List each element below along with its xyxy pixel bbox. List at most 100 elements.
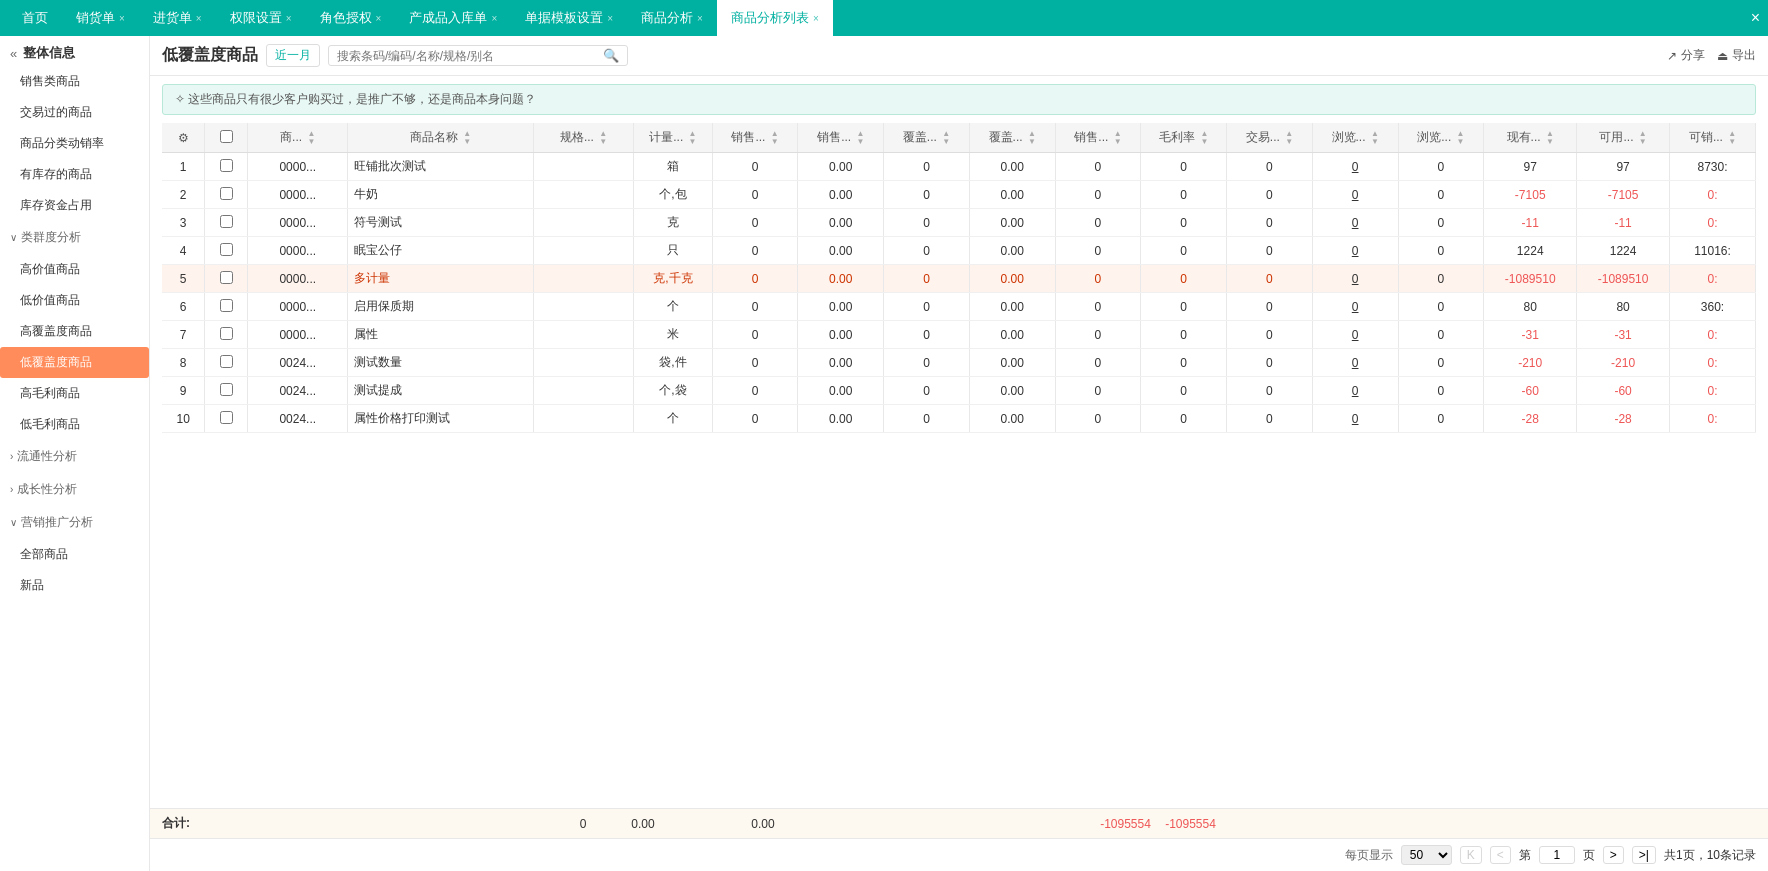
browse1-link[interactable]: 0 bbox=[1352, 160, 1359, 174]
row-checkbox[interactable] bbox=[205, 349, 248, 377]
row-name[interactable]: 多计量 bbox=[348, 265, 534, 293]
row-name[interactable]: 符号测试 bbox=[348, 209, 534, 237]
row-select-checkbox[interactable] bbox=[220, 187, 233, 200]
row-select-checkbox[interactable] bbox=[220, 299, 233, 312]
row-select-checkbox[interactable] bbox=[220, 243, 233, 256]
sidebar-item-low-margin[interactable]: 低毛利商品 bbox=[0, 409, 149, 440]
row-name[interactable]: 启用保质期 bbox=[348, 293, 534, 321]
row-checkbox[interactable] bbox=[205, 181, 248, 209]
select-all-checkbox[interactable] bbox=[220, 130, 233, 143]
row-checkbox[interactable] bbox=[205, 321, 248, 349]
sidebar-section-cluster[interactable]: ∨ 类群度分析 bbox=[0, 221, 149, 254]
browse1-link[interactable]: 0 bbox=[1352, 384, 1359, 398]
browse1-link[interactable]: 0 bbox=[1352, 188, 1359, 202]
sidebar-item-category-rate[interactable]: 商品分类动销率 bbox=[0, 128, 149, 159]
browse1-link[interactable]: 0 bbox=[1352, 244, 1359, 258]
sidebar-item-all-goods[interactable]: 全部商品 bbox=[0, 539, 149, 570]
prev-page-button[interactable]: < bbox=[1490, 846, 1511, 864]
row-select-checkbox[interactable] bbox=[220, 215, 233, 228]
sidebar-item-high-coverage[interactable]: 高覆盖度商品 bbox=[0, 316, 149, 347]
row-checkbox[interactable] bbox=[205, 153, 248, 181]
row-select-checkbox[interactable] bbox=[220, 411, 233, 424]
nav-home[interactable]: 首页 bbox=[8, 0, 62, 36]
row-name[interactable]: 属性价格打印测试 bbox=[348, 405, 534, 433]
th-unit[interactable]: 计量... ▲▼ bbox=[634, 123, 713, 153]
th-browse1[interactable]: 浏览... ▲▼ bbox=[1312, 123, 1398, 153]
row-browse1[interactable]: 0 bbox=[1312, 181, 1398, 209]
browse1-link[interactable]: 0 bbox=[1352, 328, 1359, 342]
row-name[interactable]: 测试数量 bbox=[348, 349, 534, 377]
row-checkbox[interactable] bbox=[205, 237, 248, 265]
export-button[interactable]: ⏏ 导出 bbox=[1717, 47, 1756, 64]
row-browse1[interactable]: 0 bbox=[1312, 153, 1398, 181]
row-name[interactable]: 属性 bbox=[348, 321, 534, 349]
sidebar-section-flow[interactable]: › 流通性分析 bbox=[0, 440, 149, 473]
per-page-select[interactable]: 50 100 200 bbox=[1401, 845, 1452, 865]
share-button[interactable]: ↗ 分享 bbox=[1667, 47, 1705, 64]
nav-close-icon[interactable]: × bbox=[607, 13, 613, 24]
browse1-link[interactable]: 0 bbox=[1352, 300, 1359, 314]
nav-purchase-order[interactable]: 进货单 × bbox=[139, 0, 216, 36]
nav-sales-order[interactable]: 销货单 × bbox=[62, 0, 139, 36]
th-name[interactable]: 商品名称 ▲▼ bbox=[348, 123, 534, 153]
row-browse1[interactable]: 0 bbox=[1312, 349, 1398, 377]
th-checkbox[interactable] bbox=[205, 123, 248, 153]
sidebar-item-sales-goods[interactable]: 销售类商品 bbox=[0, 66, 149, 97]
th-settings[interactable]: ⚙ bbox=[162, 123, 205, 153]
th-available[interactable]: 可用... ▲▼ bbox=[1577, 123, 1670, 153]
th-code[interactable]: 商... ▲▼ bbox=[248, 123, 348, 153]
nav-close-icon[interactable]: × bbox=[286, 13, 292, 24]
sidebar-section-growth[interactable]: › 成长性分析 bbox=[0, 473, 149, 506]
row-checkbox[interactable] bbox=[205, 405, 248, 433]
nav-close-icon[interactable]: × bbox=[813, 13, 819, 24]
th-sellable[interactable]: 可销... ▲▼ bbox=[1670, 123, 1756, 153]
nav-product-inbound[interactable]: 产成品入库单 × bbox=[395, 0, 511, 36]
next-page-button[interactable]: > bbox=[1603, 846, 1624, 864]
browse1-link[interactable]: 0 bbox=[1352, 216, 1359, 230]
th-gross-margin[interactable]: 毛利率 ▲▼ bbox=[1141, 123, 1227, 153]
sidebar-item-high-margin[interactable]: 高毛利商品 bbox=[0, 378, 149, 409]
nav-close-icon[interactable]: × bbox=[119, 13, 125, 24]
sidebar-item-in-stock[interactable]: 有库存的商品 bbox=[0, 159, 149, 190]
row-browse1[interactable]: 0 bbox=[1312, 209, 1398, 237]
sidebar-item-low-value[interactable]: 低价值商品 bbox=[0, 285, 149, 316]
row-name[interactable]: 牛奶 bbox=[348, 181, 534, 209]
th-transactions[interactable]: 交易... ▲▼ bbox=[1227, 123, 1313, 153]
sidebar-section-marketing[interactable]: ∨ 营销推广分析 bbox=[0, 506, 149, 539]
sidebar-item-new-goods[interactable]: 新品 bbox=[0, 570, 149, 601]
row-browse1[interactable]: 0 bbox=[1312, 293, 1398, 321]
sidebar-item-high-value[interactable]: 高价值商品 bbox=[0, 254, 149, 285]
nav-close-all-button[interactable]: × bbox=[1751, 9, 1760, 27]
row-browse1[interactable]: 0 bbox=[1312, 265, 1398, 293]
th-coverage1[interactable]: 覆盖... ▲▼ bbox=[884, 123, 970, 153]
th-sales-val[interactable]: 销售... ▲▼ bbox=[1055, 123, 1141, 153]
row-checkbox[interactable] bbox=[205, 293, 248, 321]
nav-product-analysis[interactable]: 商品分析 × bbox=[627, 0, 717, 36]
nav-permission-settings[interactable]: 权限设置 × bbox=[216, 0, 306, 36]
nav-role-auth[interactable]: 角色授权 × bbox=[306, 0, 396, 36]
th-current-stock[interactable]: 现有... ▲▼ bbox=[1484, 123, 1577, 153]
nav-product-analysis-list[interactable]: 商品分析列表 × bbox=[717, 0, 833, 36]
row-name[interactable]: 旺铺批次测试 bbox=[348, 153, 534, 181]
th-coverage2[interactable]: 覆盖... ▲▼ bbox=[969, 123, 1055, 153]
nav-close-icon[interactable]: × bbox=[697, 13, 703, 24]
browse1-link[interactable]: 0 bbox=[1352, 356, 1359, 370]
sidebar-item-low-coverage[interactable]: 低覆盖度商品 bbox=[0, 347, 149, 378]
nav-close-icon[interactable]: × bbox=[196, 13, 202, 24]
nav-close-icon[interactable]: × bbox=[491, 13, 497, 24]
last-page-button[interactable]: >| bbox=[1632, 846, 1656, 864]
first-page-button[interactable]: K bbox=[1460, 846, 1482, 864]
th-sales-qty[interactable]: 销售... ▲▼ bbox=[712, 123, 798, 153]
row-checkbox[interactable] bbox=[205, 377, 248, 405]
row-checkbox[interactable] bbox=[205, 265, 248, 293]
row-browse1[interactable]: 0 bbox=[1312, 237, 1398, 265]
row-select-checkbox[interactable] bbox=[220, 271, 233, 284]
th-browse2[interactable]: 浏览... ▲▼ bbox=[1398, 123, 1484, 153]
sidebar-item-traded-goods[interactable]: 交易过的商品 bbox=[0, 97, 149, 128]
th-sales-amt[interactable]: 销售... ▲▼ bbox=[798, 123, 884, 153]
row-name[interactable]: 眠宝公仔 bbox=[348, 237, 534, 265]
search-input[interactable] bbox=[337, 49, 603, 63]
row-select-checkbox[interactable] bbox=[220, 159, 233, 172]
browse1-link[interactable]: 0 bbox=[1352, 272, 1359, 286]
sidebar-collapse-button[interactable]: « bbox=[10, 46, 17, 61]
